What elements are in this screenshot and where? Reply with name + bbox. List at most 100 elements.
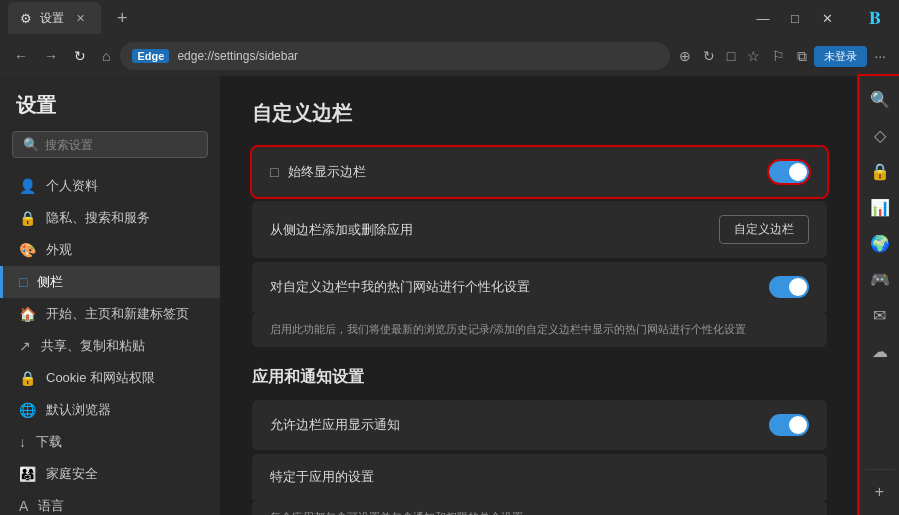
sidebar-item-appearance[interactable]: 🎨 外观 (0, 234, 220, 266)
right-wallet-button[interactable]: 🔒 (863, 154, 897, 188)
share-icon: ↗ (19, 338, 31, 354)
sidebar-item-language[interactable]: A 语言 (0, 490, 220, 515)
refresh-button[interactable]: ↻ (68, 42, 92, 70)
tab-title: 设置 (40, 10, 64, 27)
window-controls: — □ ✕ (747, 6, 843, 30)
sidebar-item-label: 隐私、搜索和服务 (46, 209, 150, 227)
notifications-section-title: 应用和通知设置 (252, 367, 827, 388)
right-games-button[interactable]: 🎮 (863, 262, 897, 296)
nav-action-5[interactable]: ⚐ (767, 43, 790, 69)
privacy-icon: 🔒 (19, 210, 36, 226)
navbar: ← → ↻ ⌂ Edge edge://settings/sidebar ⊕ ↻… (0, 36, 899, 76)
always-show-sidebar-row: □ 始终显示边栏 (252, 147, 827, 197)
right-cloud-button[interactable]: ☁ (863, 334, 897, 368)
sidebar-item-privacy[interactable]: 🔒 隐私、搜索和服务 (0, 202, 220, 234)
url-text: edge://settings/sidebar (177, 49, 298, 63)
sidebar-item-label: 外观 (46, 241, 72, 259)
sidebar-item-label: 默认浏览器 (46, 401, 111, 419)
right-search-button[interactable]: 🔍 (863, 82, 897, 116)
sidebar-item-label: 个人资料 (46, 177, 98, 195)
cookies-icon: 🔒 (19, 370, 36, 386)
sidebar-item-cookies[interactable]: 🔒 Cookie 和网站权限 (0, 362, 220, 394)
language-icon: A (19, 498, 28, 514)
home-button[interactable]: ⌂ (96, 42, 116, 70)
allow-notify-toggle[interactable] (769, 414, 809, 436)
always-show-label: 始终显示边栏 (288, 163, 366, 181)
nav-action-6[interactable]: ⧉ (792, 43, 812, 70)
right-add-button[interactable]: + (863, 475, 897, 509)
tab-close-button[interactable]: ✕ (72, 10, 89, 27)
profile-label: 未登录 (824, 49, 857, 64)
personalize-text: 对自定义边栏中我的热门网站进行个性化设置 (270, 278, 530, 296)
specific-label: 特定于应用的设置 (270, 468, 374, 486)
sidebar-item-label: Cookie 和网站权限 (46, 369, 155, 387)
always-show-toggle[interactable] (769, 161, 809, 183)
maximize-button[interactable]: □ (779, 6, 811, 30)
right-sidebar: 🔍 ◇ 🔒 📊 🌍 🎮 ✉ ☁ + (859, 76, 899, 515)
minimize-button[interactable]: — (747, 6, 779, 30)
main-layout: 设置 🔍 👤 个人资料 🔒 隐私、搜索和服务 🎨 外观 □ 侧栏 🏠 开始、主页… (0, 76, 899, 515)
sidebar-item-family[interactable]: 👨‍👩‍👧 家庭安全 (0, 458, 220, 490)
right-discover-button[interactable]: ◇ (863, 118, 897, 152)
tab-settings-icon: ⚙ (20, 11, 32, 26)
forward-button[interactable]: → (38, 42, 64, 70)
specific-sub: 每个应用都包含可设置并包含通知和权限的单个设置 (252, 500, 827, 515)
always-show-text: □ 始终显示边栏 (270, 163, 366, 181)
sidebar-item-label: 侧栏 (37, 273, 63, 291)
window-close-button[interactable]: ✕ (811, 6, 843, 30)
personalize-toggle[interactable] (769, 276, 809, 298)
active-tab[interactable]: ⚙ 设置 ✕ (8, 2, 101, 34)
profile-button[interactable]: 未登录 (814, 46, 867, 67)
customize-sidebar-button[interactable]: 自定义边栏 (719, 215, 809, 244)
search-box[interactable]: 🔍 (12, 131, 208, 158)
sidebar-item-label: 家庭安全 (46, 465, 98, 483)
edge-badge: Edge (132, 49, 169, 63)
personalize-label: 对自定义边栏中我的热门网站进行个性化设置 (270, 278, 530, 296)
bing-icon[interactable]: 𝐁 (859, 2, 891, 34)
right-collections-button[interactable]: 🌍 (863, 226, 897, 260)
allow-notify-row: 允许边栏应用显示通知 (252, 400, 827, 450)
settings-sidebar: 设置 🔍 👤 个人资料 🔒 隐私、搜索和服务 🎨 外观 □ 侧栏 🏠 开始、主页… (0, 76, 220, 515)
downloads-icon: ↓ (19, 434, 26, 450)
right-sidebar-divider (866, 469, 894, 470)
search-icon: 🔍 (23, 137, 39, 152)
right-history-button[interactable]: 📊 (863, 190, 897, 224)
search-input[interactable] (45, 138, 197, 152)
nav-action-4[interactable]: ☆ (742, 43, 765, 69)
nav-action-2[interactable]: ↻ (698, 43, 720, 69)
sidebar-item-share[interactable]: ↗ 共享、复制和粘贴 (0, 330, 220, 362)
section-title: 自定义边栏 (252, 100, 827, 127)
titlebar: ⚙ 设置 ✕ + — □ ✕ 𝐁 (0, 0, 899, 36)
sidebar-icon: □ (19, 274, 27, 290)
add-remove-label: 从侧边栏添加或删除应用 (270, 221, 413, 239)
appearance-icon: 🎨 (19, 242, 36, 258)
allow-notify-text: 允许边栏应用显示通知 (270, 416, 400, 434)
right-mail-button[interactable]: ✉ (863, 298, 897, 332)
sidebar-row-icon: □ (270, 164, 278, 180)
sidebar-item-startup[interactable]: 🏠 开始、主页和新建标签页 (0, 298, 220, 330)
main-content: 自定义边栏 □ 始终显示边栏 从侧边栏添加或删除应用 自定义边栏 对自定义边栏中… (220, 76, 859, 515)
startup-icon: 🏠 (19, 306, 36, 322)
sidebar-item-downloads[interactable]: ↓ 下载 (0, 426, 220, 458)
browser-icon: 🌐 (19, 402, 36, 418)
add-remove-text: 从侧边栏添加或删除应用 (270, 221, 413, 239)
sidebar-item-label: 共享、复制和粘贴 (41, 337, 145, 355)
family-icon: 👨‍👩‍👧 (19, 466, 36, 482)
personalize-row: 对自定义边栏中我的热门网站进行个性化设置 (252, 262, 827, 312)
sidebar-item-profile[interactable]: 👤 个人资料 (0, 170, 220, 202)
personalize-sub: 启用此功能后，我们将使最新的浏览历史记录/添加的自定义边栏中显示的热门网站进行个… (252, 312, 827, 347)
nav-action-1[interactable]: ⊕ (674, 43, 696, 69)
new-tab-button[interactable]: + (109, 4, 136, 33)
sidebar-title: 设置 (0, 92, 220, 131)
address-bar[interactable]: Edge edge://settings/sidebar (120, 42, 669, 70)
allow-notify-label: 允许边栏应用显示通知 (270, 416, 400, 434)
back-button[interactable]: ← (8, 42, 34, 70)
nav-actions: ⊕ ↻ □ ☆ ⚐ ⧉ 未登录 ··· (674, 43, 891, 70)
menu-button[interactable]: ··· (869, 43, 891, 69)
sidebar-item-browser[interactable]: 🌐 默认浏览器 (0, 394, 220, 426)
sidebar-item-label: 语言 (38, 497, 64, 515)
profile-icon: 👤 (19, 178, 36, 194)
nav-action-3[interactable]: □ (722, 43, 740, 69)
sidebar-item-sidebar[interactable]: □ 侧栏 (0, 266, 220, 298)
sidebar-item-label: 下载 (36, 433, 62, 451)
